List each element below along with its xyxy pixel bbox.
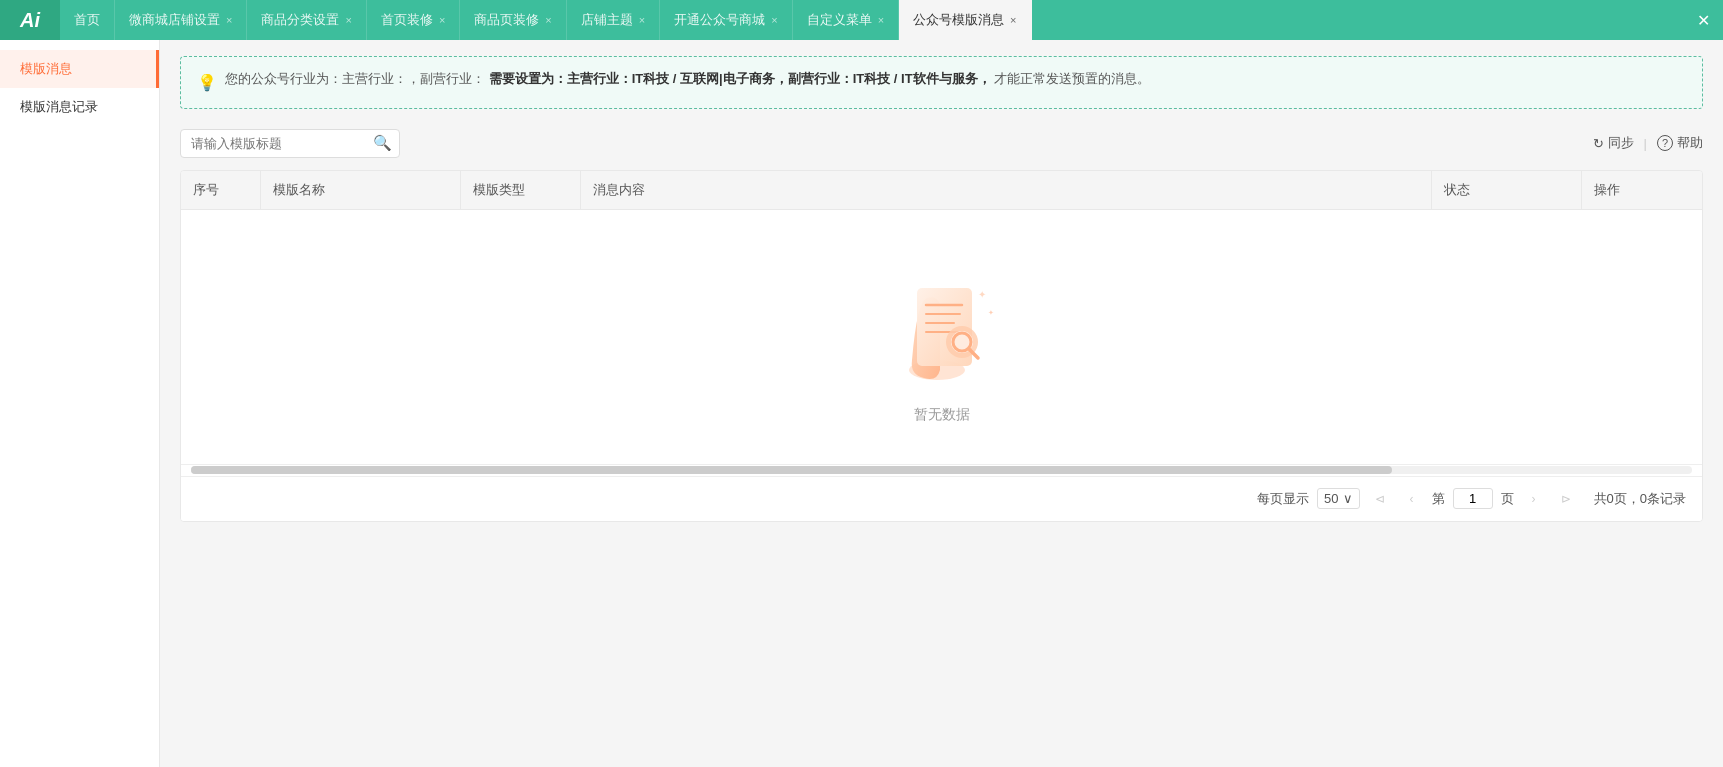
search-right: ↻ 同步 | ? 帮助 <box>1593 134 1703 152</box>
sidebar-item-template-msg[interactable]: 模版消息 <box>0 50 159 88</box>
topbar: Ai 首页微商城店铺设置×商品分类设置×首页装修×商品页装修×店铺主题×开通公众… <box>0 0 1723 40</box>
th-index: 序号 <box>181 171 261 209</box>
search-input-wrap: 🔍 <box>180 129 400 158</box>
page-size-value: 50 <box>1324 491 1338 506</box>
search-left: 🔍 <box>180 129 400 158</box>
notice-banner: 💡 您的公众号行业为：主营行业：，副营行业： 需要设置为：主营行业：IT科技 /… <box>180 56 1703 109</box>
tab-close-template-msg[interactable]: × <box>1010 14 1016 26</box>
th-action: 操作 <box>1582 171 1702 209</box>
chevron-down-icon: ∨ <box>1343 491 1353 506</box>
svg-text:✦: ✦ <box>988 309 994 316</box>
sync-icon: ↻ <box>1593 136 1604 151</box>
page-unit: 页 <box>1501 490 1514 508</box>
tab-bar: 首页微商城店铺设置×商品分类设置×首页装修×商品页装修×店铺主题×开通公众号商城… <box>60 0 1683 40</box>
close-all-button[interactable]: ✕ <box>1683 0 1723 40</box>
horizontal-scrollbar[interactable] <box>181 464 1702 476</box>
page-size-select[interactable]: 50 ∨ <box>1317 488 1359 509</box>
scrollbar-thumb <box>191 466 1392 474</box>
first-page-button[interactable]: ⊲ <box>1368 487 1392 511</box>
app-logo: Ai <box>0 0 60 40</box>
tab-home[interactable]: 首页 <box>60 0 115 40</box>
help-icon: ? <box>1657 135 1673 151</box>
tab-close-store-theme[interactable]: × <box>639 14 645 26</box>
tab-close-open-mall[interactable]: × <box>771 14 777 26</box>
th-name: 模版名称 <box>261 171 461 209</box>
tab-category-settings[interactable]: 商品分类设置× <box>247 0 366 40</box>
tab-close-home-decor[interactable]: × <box>439 14 445 26</box>
notice-text: 您的公众号行业为：主营行业：，副营行业： 需要设置为：主营行业：IT科技 / 互… <box>225 69 1150 90</box>
tab-custom-menu[interactable]: 自定义菜单× <box>793 0 899 40</box>
help-button[interactable]: ? 帮助 <box>1657 134 1703 152</box>
tab-close-wsc-settings[interactable]: × <box>226 14 232 26</box>
sync-label: 同步 <box>1608 134 1634 152</box>
content-area: 💡 您的公众号行业为：主营行业：，副营行业： 需要设置为：主营行业：IT科技 /… <box>160 40 1723 767</box>
search-button[interactable]: 🔍 <box>373 134 392 152</box>
main-layout: 模版消息模版消息记录 💡 您的公众号行业为：主营行业：，副营行业： 需要设置为：… <box>0 40 1723 767</box>
th-content: 消息内容 <box>581 171 1432 209</box>
notice-highlight: 需要设置为：主营行业：IT科技 / 互联网|电子商务，副营行业：IT科技 / I… <box>489 71 991 86</box>
prev-page-button[interactable]: ‹ <box>1400 487 1424 511</box>
tab-template-msg[interactable]: 公众号模版消息× <box>899 0 1031 40</box>
empty-illustration: ✦ ✦ <box>882 270 1002 390</box>
tab-close-category-settings[interactable]: × <box>345 14 351 26</box>
page-label: 第 <box>1432 490 1445 508</box>
svg-text:✦: ✦ <box>978 289 986 300</box>
total-info: 共0页，0条记录 <box>1594 490 1686 508</box>
page-size-label: 每页显示 <box>1257 490 1309 508</box>
tab-close-custom-menu[interactable]: × <box>878 14 884 26</box>
scrollbar-track <box>191 466 1692 474</box>
th-status: 状态 <box>1432 171 1582 209</box>
sync-button[interactable]: ↻ 同步 <box>1593 134 1634 152</box>
data-table: 序号模版名称模版类型消息内容状态操作 <box>180 170 1703 522</box>
empty-state: ✦ ✦ 暂无数据 <box>181 210 1702 464</box>
next-page-button[interactable]: › <box>1522 487 1546 511</box>
sidebar-item-template-msg-log[interactable]: 模版消息记录 <box>0 88 159 126</box>
search-bar: 🔍 ↻ 同步 | ? 帮助 <box>180 129 1703 158</box>
pagination: 每页显示 50 ∨ ⊲ ‹ 第 页 › ⊳ 共0页，0条记录 <box>181 476 1702 521</box>
page-number-input[interactable] <box>1453 488 1493 509</box>
tab-home-decor[interactable]: 首页装修× <box>367 0 460 40</box>
sidebar: 模版消息模版消息记录 <box>0 40 160 767</box>
search-input[interactable] <box>180 129 400 158</box>
divider: | <box>1644 136 1647 151</box>
empty-text: 暂无数据 <box>914 406 970 424</box>
tab-wsc-settings[interactable]: 微商城店铺设置× <box>115 0 247 40</box>
help-label: 帮助 <box>1677 134 1703 152</box>
tab-product-decor[interactable]: 商品页装修× <box>460 0 566 40</box>
tab-open-mall[interactable]: 开通公众号商城× <box>660 0 792 40</box>
table-header: 序号模版名称模版类型消息内容状态操作 <box>181 171 1702 210</box>
notice-icon: 💡 <box>197 70 217 96</box>
tab-close-product-decor[interactable]: × <box>545 14 551 26</box>
tab-store-theme[interactable]: 店铺主题× <box>567 0 660 40</box>
last-page-button[interactable]: ⊳ <box>1554 487 1578 511</box>
th-type: 模版类型 <box>461 171 581 209</box>
